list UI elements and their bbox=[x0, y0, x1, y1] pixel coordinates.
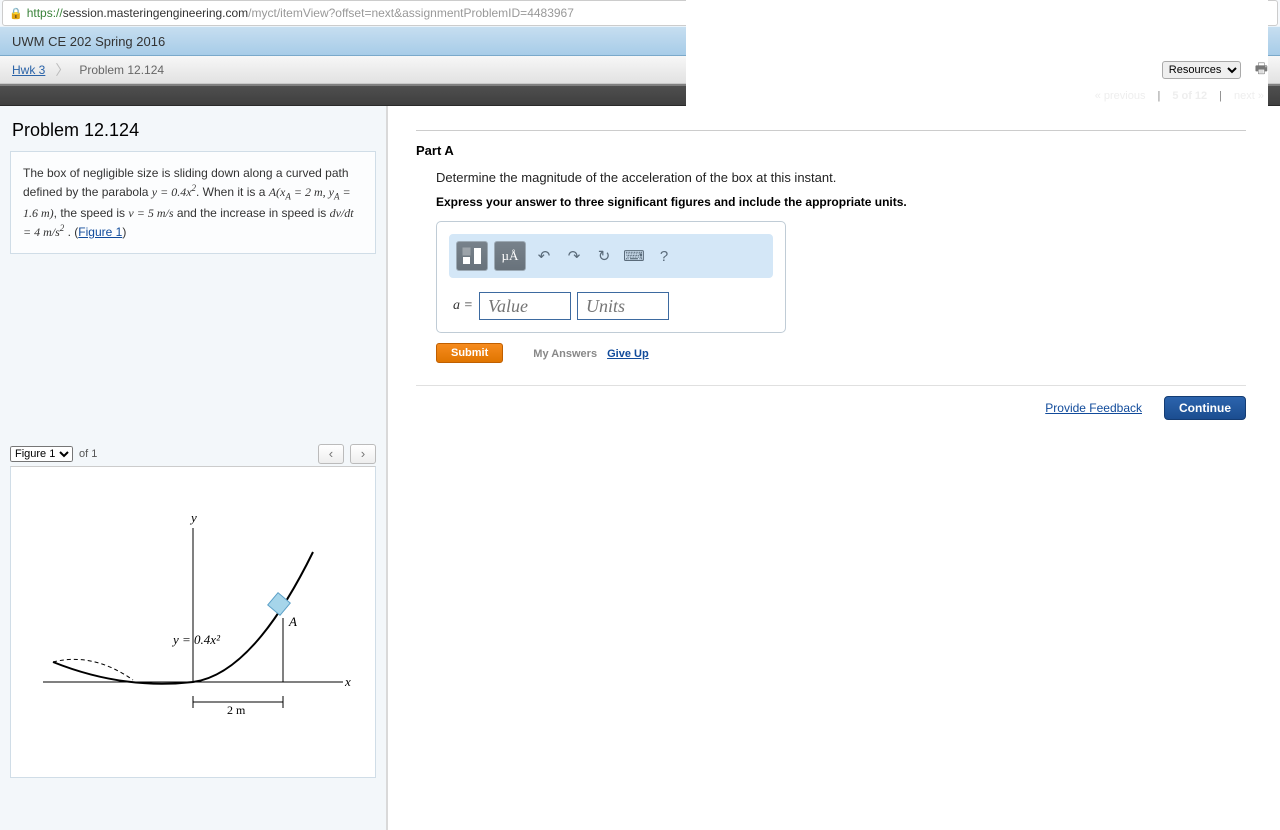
figure-link[interactable]: Figure 1 bbox=[78, 225, 122, 239]
breadcrumb-hwk[interactable]: Hwk 3 bbox=[12, 63, 45, 77]
provide-feedback-link[interactable]: Provide Feedback bbox=[1045, 401, 1142, 415]
help-icon[interactable]: ? bbox=[652, 244, 676, 268]
template-icon[interactable] bbox=[456, 241, 488, 271]
keyboard-icon[interactable]: ⌨ bbox=[622, 244, 646, 268]
value-input[interactable] bbox=[479, 292, 571, 320]
part-hint: Express your answer to three significant… bbox=[436, 195, 1246, 209]
submit-button[interactable]: Submit bbox=[436, 343, 503, 363]
figure-prev-button[interactable]: ‹ bbox=[318, 444, 344, 464]
url-path: /myct/itemView?offset=next&assignmentPro… bbox=[248, 6, 574, 20]
svg-text:y = 0.4x²: y = 0.4x² bbox=[171, 632, 221, 647]
course-header: UWM CE 202 Spring 2016 Signed in as Brya… bbox=[0, 26, 1280, 56]
figure-next-button[interactable]: › bbox=[350, 444, 376, 464]
next-link[interactable]: next » bbox=[1234, 90, 1264, 102]
svg-text:x: x bbox=[344, 674, 351, 689]
problem-statement: The box of negligible size is sliding do… bbox=[10, 151, 376, 254]
variable-label: a = bbox=[453, 298, 473, 314]
my-answers-link[interactable]: My Answers bbox=[533, 348, 597, 360]
figure-svg: y x A y = 0.4x² 2 m bbox=[23, 492, 363, 752]
resources-select[interactable]: Resources bbox=[1162, 61, 1241, 79]
lock-icon: 🔒 bbox=[9, 7, 23, 20]
answer-box: µÅ ↶ ↷ ↻ ⌨ ? a = bbox=[436, 221, 786, 333]
chevron-right-icon: 〉 bbox=[55, 60, 69, 80]
greek-icon[interactable]: µÅ bbox=[494, 241, 526, 271]
svg-text:2 m: 2 m bbox=[227, 703, 246, 717]
undo-icon[interactable]: ↶ bbox=[532, 244, 556, 268]
breadcrumb-problem: Problem 12.124 bbox=[79, 63, 164, 77]
give-up-link[interactable]: Give Up bbox=[607, 348, 649, 360]
figure-nav: Figure 1 of 1 ‹ › bbox=[10, 444, 376, 464]
svg-text:y: y bbox=[189, 510, 197, 525]
course-title: UWM CE 202 Spring 2016 bbox=[12, 34, 165, 49]
url-host: session.masteringengineering.com bbox=[63, 6, 248, 20]
position-label: 5 of 12 bbox=[1172, 90, 1207, 102]
prev-link[interactable]: « previous bbox=[1095, 90, 1146, 102]
redo-icon[interactable]: ↷ bbox=[562, 244, 586, 268]
part-label: Part A bbox=[416, 143, 1246, 158]
reset-icon[interactable]: ↻ bbox=[592, 244, 616, 268]
part-prompt: Determine the magnitude of the accelerat… bbox=[436, 170, 1246, 185]
svg-text:A: A bbox=[288, 614, 297, 629]
problem-title: Problem 12.124 bbox=[12, 120, 376, 141]
continue-button[interactable]: Continue bbox=[1164, 396, 1246, 420]
print-icon[interactable]: 🖶 bbox=[1255, 58, 1268, 82]
figure-select[interactable]: Figure 1 bbox=[10, 446, 73, 462]
units-input[interactable] bbox=[577, 292, 669, 320]
url-scheme: https:// bbox=[27, 6, 63, 20]
answer-toolbar: µÅ ↶ ↷ ↻ ⌨ ? bbox=[449, 234, 773, 278]
figure-panel: y x A y = 0.4x² 2 m bbox=[10, 466, 376, 778]
figure-count: of 1 bbox=[79, 448, 97, 460]
